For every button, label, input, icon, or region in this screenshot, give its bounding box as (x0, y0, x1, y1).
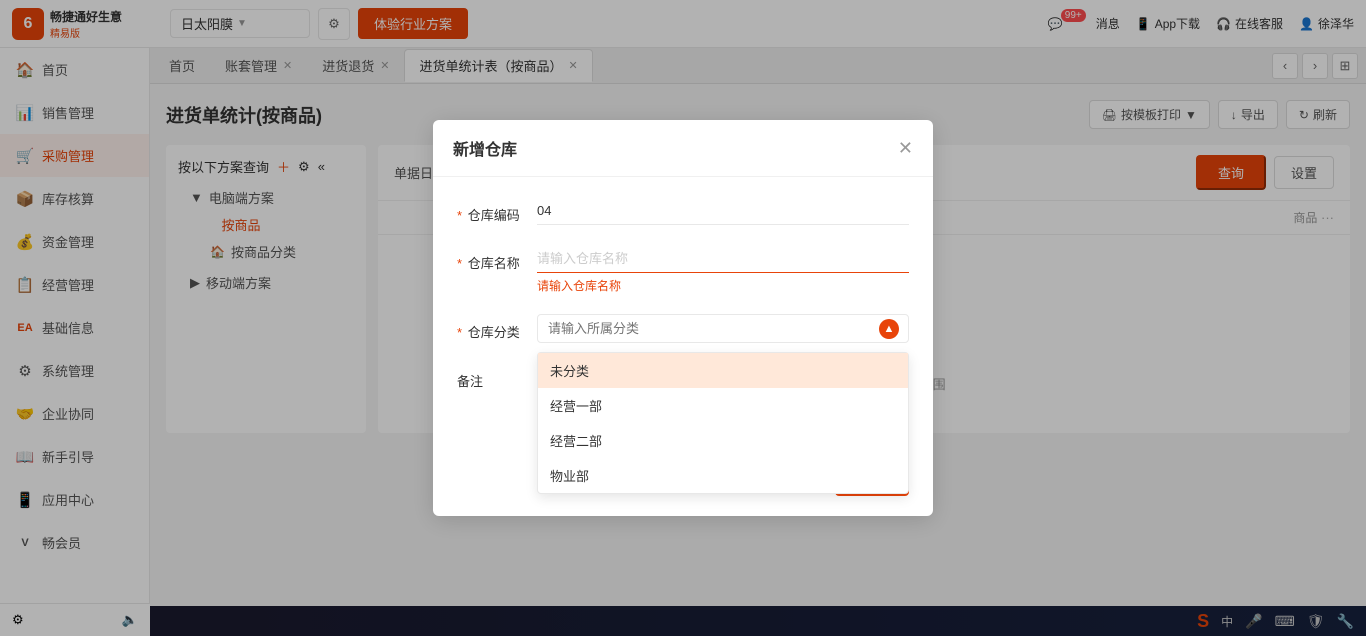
category-dropdown: 未分类 经营一部 经营二部 物业部 (537, 352, 909, 494)
modal-header: 新增仓库 ✕ (433, 120, 933, 177)
dropdown-item-unclassified[interactable]: 未分类 (538, 353, 908, 388)
dropdown-item-dept3[interactable]: 物业部 (538, 458, 908, 493)
dropdown-item-dept1[interactable]: 经营一部 (538, 388, 908, 423)
category-input[interactable] (537, 314, 909, 343)
modal-close-button[interactable]: ✕ (898, 138, 913, 159)
category-arrow-button[interactable]: ▲ (879, 319, 899, 339)
name-label: * 仓库名称 (457, 245, 537, 272)
category-input-wrap: ▲ 未分类 经营一部 经营二部 物业部 (537, 314, 909, 343)
name-row: * 仓库名称 请输入仓库名称 (457, 245, 909, 294)
code-input-wrap (537, 197, 909, 225)
modal-title: 新增仓库 (453, 136, 517, 160)
category-row: * 仓库分类 ▲ 未分类 经营一部 经营二部 物业部 (457, 314, 909, 343)
code-input[interactable] (537, 197, 909, 225)
remark-label: 备注 (457, 363, 537, 390)
code-label: * 仓库编码 (457, 197, 537, 224)
code-row: * 仓库编码 (457, 197, 909, 225)
dropdown-item-dept2[interactable]: 经营二部 (538, 423, 908, 458)
modal-overlay: 新增仓库 ✕ * 仓库编码 * 仓库名称 (0, 0, 1366, 636)
name-error-message: 请输入仓库名称 (537, 277, 909, 294)
name-input-wrap: 请输入仓库名称 (537, 245, 909, 294)
category-label: * 仓库分类 (457, 314, 537, 341)
name-input[interactable] (537, 245, 909, 273)
modal-body: * 仓库编码 * 仓库名称 请输入仓库名称 (433, 177, 933, 449)
add-warehouse-modal: 新增仓库 ✕ * 仓库编码 * 仓库名称 (433, 120, 933, 516)
